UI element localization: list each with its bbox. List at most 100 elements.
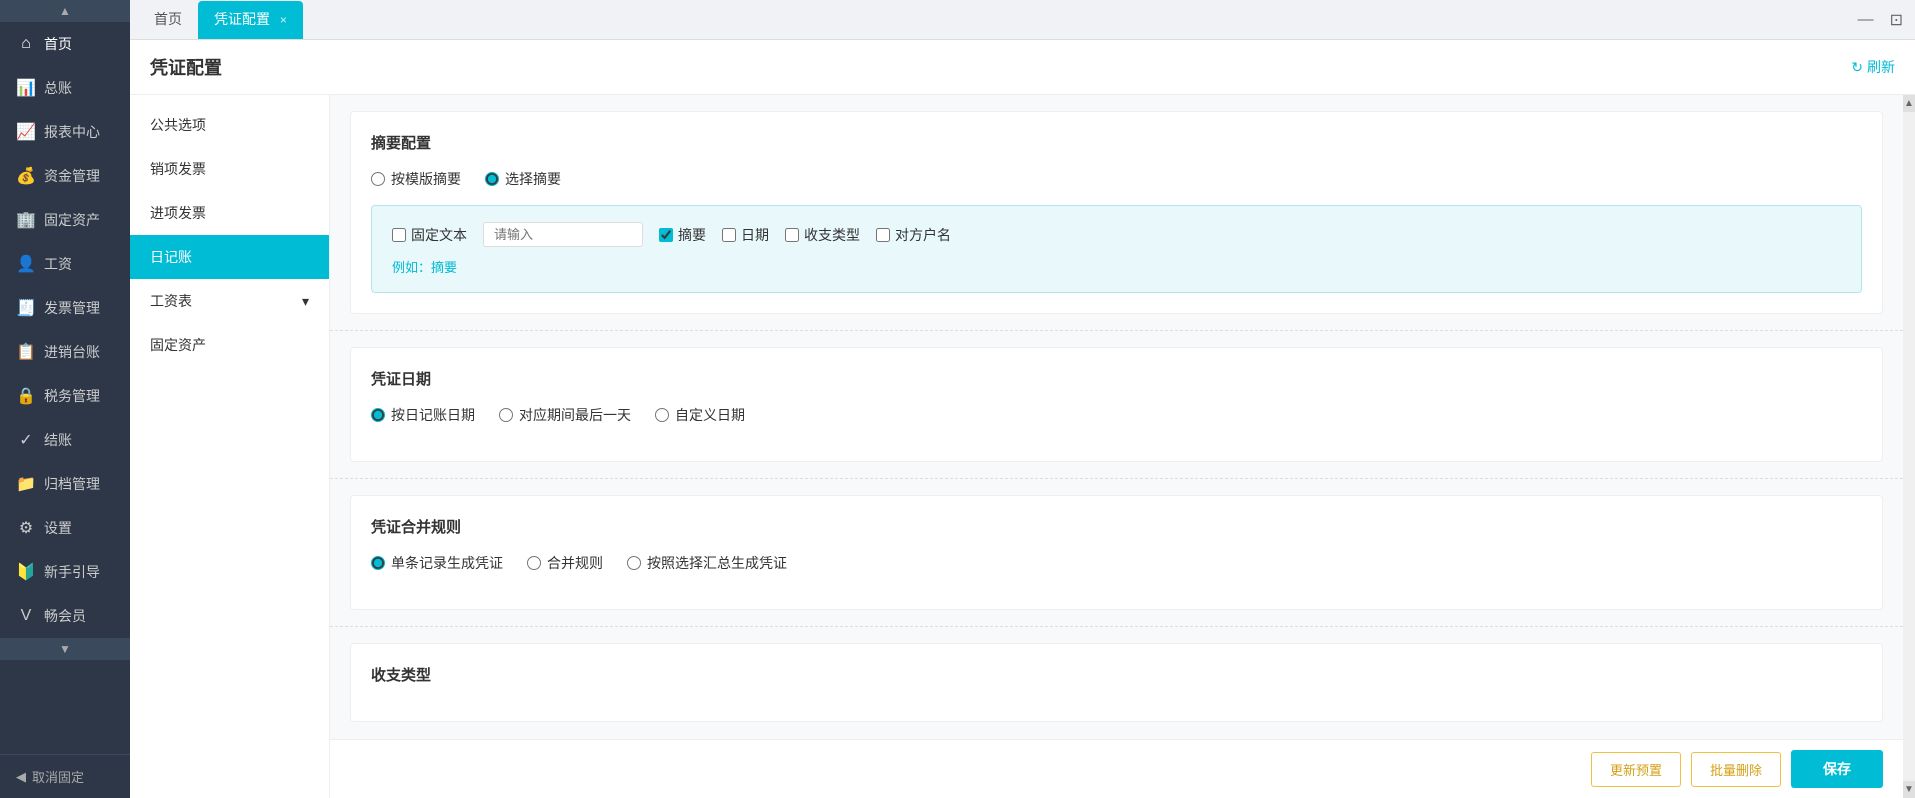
sidebar-pin-button[interactable]: ◀ 取消固定 (0, 754, 130, 798)
sidebar-item-settings[interactable]: ⚙ 设置 (0, 506, 130, 550)
divider-2 (330, 478, 1903, 479)
sidebar-item-vip[interactable]: V 畅会员 (0, 594, 130, 638)
scroll-down-arrow[interactable]: ▼ (1903, 781, 1915, 798)
radio-custom-date[interactable]: 自定义日期 (655, 405, 745, 425)
radio-summary-generate-input[interactable] (627, 556, 641, 570)
radio-template-input[interactable] (371, 172, 385, 186)
save-button[interactable]: 保存 (1791, 750, 1883, 788)
left-nav-fixed-asset[interactable]: 固定资产 (130, 323, 329, 367)
sidebar-item-sales-ledger[interactable]: 📋 进销台账 (0, 330, 130, 374)
sidebar-item-guide[interactable]: 🔰 新手引导 (0, 550, 130, 594)
funds-icon: 💰 (16, 166, 36, 186)
checkbox-fixed-text[interactable]: 固定文本 (392, 225, 467, 245)
left-nav-sales-invoice-label: 销项发票 (150, 159, 206, 179)
checkbox-income-type-input[interactable] (785, 228, 799, 242)
checkbox-counterpart-input[interactable] (876, 228, 890, 242)
radio-select-summary[interactable]: 选择摘要 (485, 169, 561, 189)
checkbox-date[interactable]: 日期 (722, 225, 769, 245)
left-nav-payroll-table[interactable]: 工资表 ▾ (130, 279, 329, 323)
home-icon: ⌂ (16, 35, 36, 53)
radio-template-summary[interactable]: 按模版摘要 (371, 169, 461, 189)
radio-merge-rule-label: 合并规则 (547, 553, 603, 573)
tab-voucher-config[interactable]: 凭证配置 × (198, 1, 303, 39)
checkbox-summary-input[interactable] (659, 228, 673, 242)
radio-merge-rule[interactable]: 合并规则 (527, 553, 603, 573)
merge-rules-radio-group: 单条记录生成凭证 合并规则 按照选择汇总生成凭证 (371, 553, 1862, 573)
left-nav-fixed-asset-label: 固定资产 (150, 335, 206, 355)
radio-single-record[interactable]: 单条记录生成凭证 (371, 553, 503, 573)
sidebar-scroll-down[interactable]: ▼ (0, 638, 130, 660)
content-wrapper: 凭证配置 ↻ 刷新 公共选项 销项发票 进项发票 日记账 (130, 40, 1915, 798)
sidebar-scroll-up[interactable]: ▲ (0, 0, 130, 22)
sidebar-item-reports-label: 报表中心 (44, 122, 100, 142)
summary-checkbox-label: 摘要 (678, 225, 706, 245)
tab-close-icon[interactable]: × (280, 13, 287, 27)
bottom-bar: 更新预置 批量删除 保存 (330, 739, 1903, 798)
sidebar-item-payroll[interactable]: 👤 工资 (0, 242, 130, 286)
payroll-chevron-icon: ▾ (302, 293, 309, 310)
tab-home[interactable]: 首页 (138, 1, 198, 39)
left-nav-public[interactable]: 公共选项 (130, 103, 329, 147)
guide-icon: 🔰 (16, 562, 36, 582)
fixed-assets-icon: 🏢 (16, 210, 36, 230)
checkbox-counterpart[interactable]: 对方户名 (876, 225, 951, 245)
merge-rules-section: 凭证合并规则 单条记录生成凭证 合并规则 (350, 495, 1883, 610)
counterpart-label: 对方户名 (895, 225, 951, 245)
tab-restore-button[interactable]: ⊡ (1886, 6, 1907, 34)
summary-preview: 例如：摘要 (392, 257, 1841, 276)
radio-template-label: 按模版摘要 (391, 169, 461, 189)
sidebar-item-tax-mgmt[interactable]: 🔒 税务管理 (0, 374, 130, 418)
batch-delete-button[interactable]: 批量删除 (1691, 752, 1781, 787)
left-nav: 公共选项 销项发票 进项发票 日记账 工资表 ▾ 固定资产 (130, 95, 330, 798)
sales-ledger-icon: 📋 (16, 342, 36, 362)
sidebar-item-sales-ledger-label: 进销台账 (44, 342, 100, 362)
vip-icon: V (16, 607, 36, 625)
summary-radio-group: 按模版摘要 选择摘要 (371, 169, 1862, 189)
sidebar-item-funds[interactable]: 💰 资金管理 (0, 154, 130, 198)
tab-minimize-button[interactable]: — (1854, 6, 1878, 34)
sidebar-item-payroll-label: 工资 (44, 254, 72, 274)
sidebar-item-invoice-mgmt[interactable]: 🧾 发票管理 (0, 286, 130, 330)
refresh-button[interactable]: ↻ 刷新 (1851, 57, 1895, 77)
summary-config-box: 固定文本 摘要 日期 (371, 205, 1862, 293)
sidebar-item-close-accounts[interactable]: ✓ 结账 (0, 418, 130, 462)
close-accounts-icon: ✓ (16, 430, 36, 450)
scroll-up-arrow[interactable]: ▲ (1903, 95, 1915, 112)
radio-single-record-label: 单条记录生成凭证 (391, 553, 503, 573)
checkbox-fixed-text-input[interactable] (392, 228, 406, 242)
radio-journal-date-input[interactable] (371, 408, 385, 422)
radio-journal-date[interactable]: 按日记账日期 (371, 405, 475, 425)
sidebar-item-archive-mgmt[interactable]: 📁 归档管理 (0, 462, 130, 506)
radio-merge-rule-input[interactable] (527, 556, 541, 570)
body-area: 公共选项 销项发票 进项发票 日记账 工资表 ▾ 固定资产 (130, 95, 1915, 798)
left-nav-sales-invoice[interactable]: 销项发票 (130, 147, 329, 191)
voucher-date-section: 凭证日期 按日记账日期 对应期间最后一天 (350, 347, 1883, 462)
radio-summary-generate[interactable]: 按照选择汇总生成凭证 (627, 553, 787, 573)
fixed-text-input[interactable] (483, 222, 643, 247)
divider-1 (330, 330, 1903, 331)
income-type-title: 收支类型 (371, 664, 1862, 685)
sidebar-item-reports[interactable]: 📈 报表中心 (0, 110, 130, 154)
ledger-icon: 📊 (16, 78, 36, 98)
radio-select-input[interactable] (485, 172, 499, 186)
invoice-mgmt-icon: 🧾 (16, 298, 36, 318)
radio-period-last-day[interactable]: 对应期间最后一天 (499, 405, 631, 425)
radio-select-label: 选择摘要 (505, 169, 561, 189)
tab-home-label: 首页 (154, 11, 182, 27)
sidebar-item-fixed-assets[interactable]: 🏢 固定资产 (0, 198, 130, 242)
income-type-section: 收支类型 (350, 643, 1883, 722)
sidebar-item-ledger[interactable]: 📊 总账 (0, 66, 130, 110)
checkbox-date-input[interactable] (722, 228, 736, 242)
left-nav-purchase-invoice[interactable]: 进项发票 (130, 191, 329, 235)
left-nav-journal[interactable]: 日记账 (130, 235, 329, 279)
update-preview-button[interactable]: 更新预置 (1591, 752, 1681, 787)
tab-bar: 首页 凭证配置 × — ⊡ (130, 0, 1915, 40)
radio-custom-date-input[interactable] (655, 408, 669, 422)
checkbox-income-type[interactable]: 收支类型 (785, 225, 860, 245)
checkbox-summary[interactable]: 摘要 (659, 225, 706, 245)
radio-single-record-input[interactable] (371, 556, 385, 570)
main-content: 摘要配置 按模版摘要 选择摘要 (330, 95, 1903, 739)
sidebar-item-home[interactable]: ⌂ 首页 (0, 22, 130, 66)
sidebar-item-guide-label: 新手引导 (44, 562, 100, 582)
radio-period-last-day-input[interactable] (499, 408, 513, 422)
